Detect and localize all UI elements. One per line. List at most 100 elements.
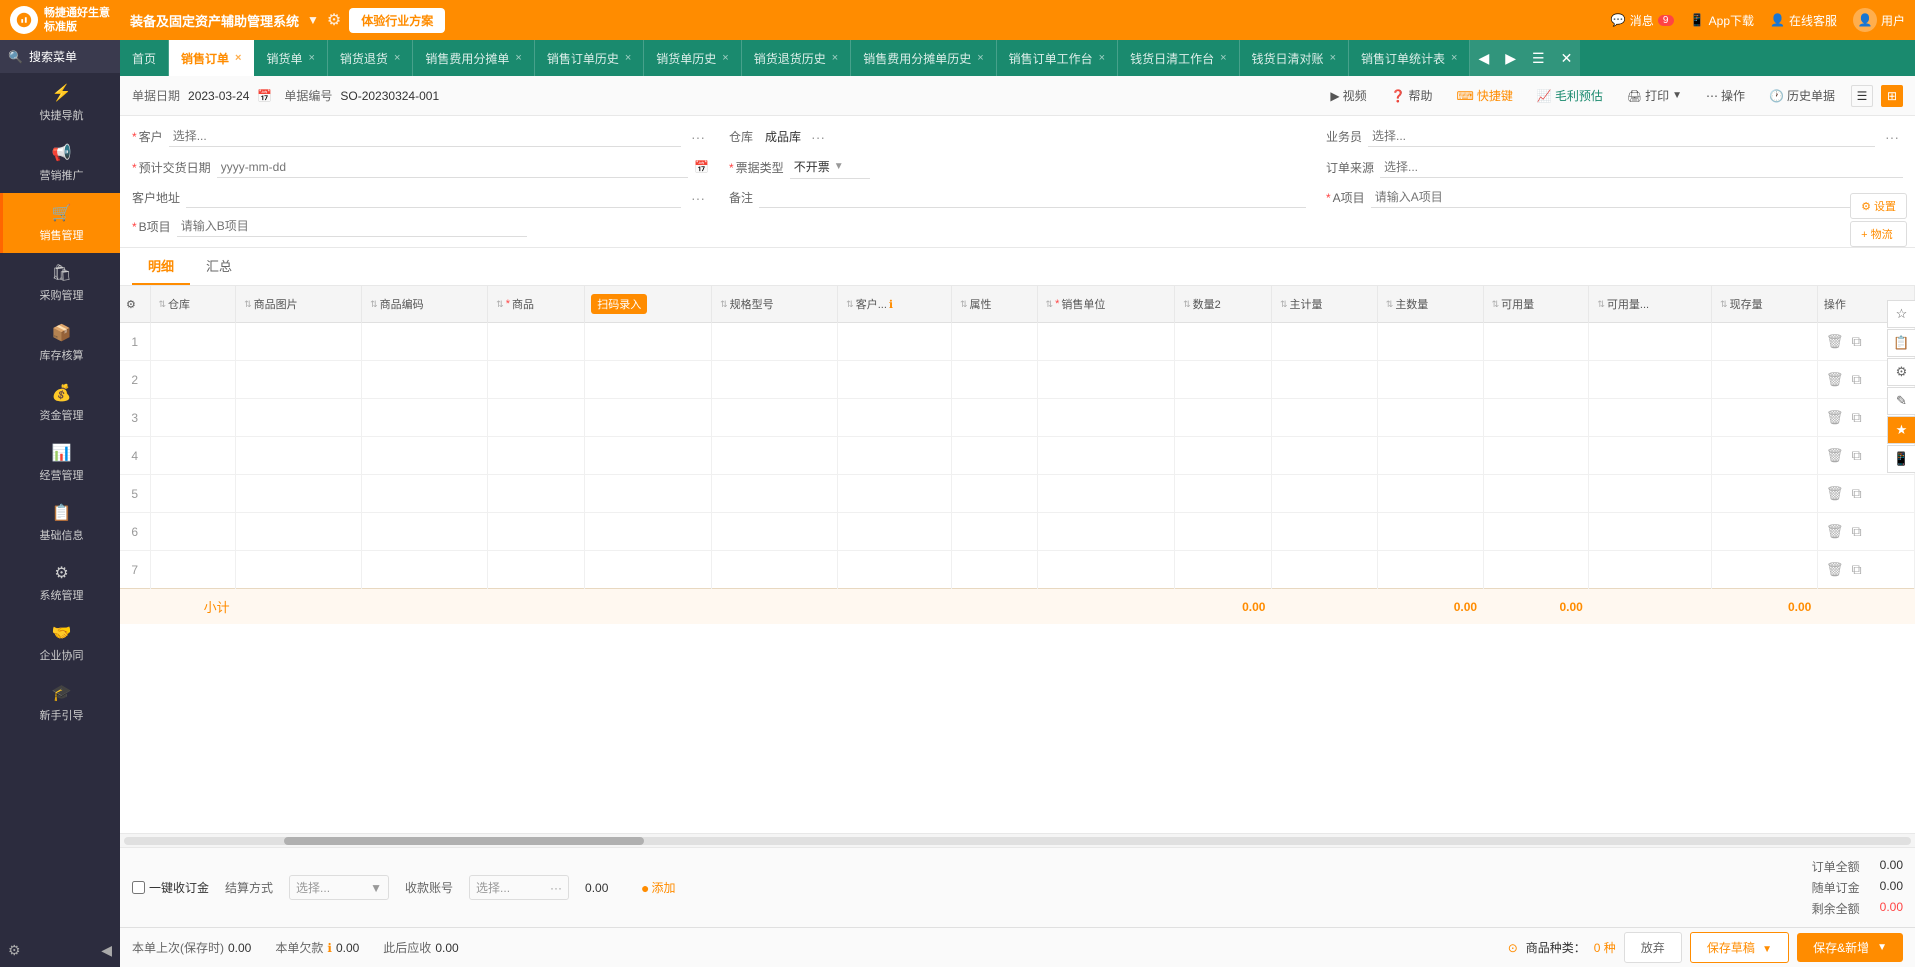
cell-warehouse[interactable] (150, 361, 236, 399)
grid-view-btn[interactable]: ☰ (1851, 85, 1873, 107)
close-icon[interactable]: × (1099, 52, 1105, 64)
cell-spec[interactable] (712, 361, 838, 399)
cell-product-img[interactable] (236, 475, 362, 513)
cell-available[interactable] (1483, 323, 1589, 361)
cell-spec[interactable] (712, 513, 838, 551)
cell-main-unit[interactable] (1271, 475, 1377, 513)
cell-unit[interactable] (1037, 361, 1175, 399)
close-icon[interactable]: × (394, 52, 400, 64)
cell-main-qty[interactable] (1377, 513, 1483, 551)
sidebar-item-quick-nav[interactable]: ⚡ 快捷导航 (0, 73, 120, 133)
logistics-btn[interactable]: + 物流 (1850, 221, 1907, 247)
close-icon[interactable]: × (625, 52, 631, 64)
detail-tab-detail[interactable]: 明细 (132, 248, 190, 285)
tab-reconcile[interactable]: 钱货日清对账 × (1240, 40, 1349, 76)
cell-product-code[interactable] (362, 361, 488, 399)
scroll-track[interactable] (124, 837, 1911, 845)
tab-expense-history[interactable]: 销售费用分摊单历史 × (851, 40, 996, 76)
sidebar-item-operations[interactable]: 📊 经营管理 (0, 433, 120, 493)
tab-list-btn[interactable]: ☰ (1524, 40, 1553, 76)
print-btn[interactable]: 🖨 打印 ▼ (1619, 84, 1690, 107)
sort-icon[interactable]: ⇅ (159, 299, 167, 310)
cell-available2[interactable] (1589, 437, 1712, 475)
cell-customer-col[interactable] (838, 437, 952, 475)
cell-available[interactable] (1483, 361, 1589, 399)
cell-available[interactable] (1483, 399, 1589, 437)
cell-attributes[interactable] (951, 475, 1037, 513)
tab-order-history[interactable]: 销售订单历史 × (535, 40, 644, 76)
cell-stock[interactable] (1712, 475, 1818, 513)
history-btn[interactable]: 🕐 历史单据 (1761, 84, 1843, 107)
delete-row-icon[interactable]: 🗑 (1824, 483, 1846, 504)
floating-btn-3[interactable]: ⚙ (1887, 358, 1915, 386)
cell-stock[interactable] (1712, 361, 1818, 399)
cell-available[interactable] (1483, 551, 1589, 589)
scroll-bar[interactable] (120, 833, 1915, 847)
sort-icon[interactable]: ⇅ (1492, 299, 1500, 310)
cell-customer-col[interactable] (838, 323, 952, 361)
user-menu[interactable]: 👤 用户 (1853, 8, 1905, 32)
copy-row-icon[interactable]: ⧉ (1850, 407, 1864, 428)
cell-main-qty[interactable] (1377, 361, 1483, 399)
sidebar-item-purchase[interactable]: 🛍 采购管理 (0, 253, 120, 313)
cell-available2[interactable] (1589, 551, 1712, 589)
cell-attributes[interactable] (951, 399, 1037, 437)
tab-sales-goods[interactable]: 销货单 × (254, 40, 327, 76)
grid-list-btn[interactable]: ⊞ (1881, 85, 1903, 107)
cell-available[interactable] (1483, 437, 1589, 475)
info-icon[interactable]: ℹ (889, 298, 893, 311)
close-icon[interactable]: × (1451, 52, 1457, 64)
delete-row-icon[interactable]: 🗑 (1824, 559, 1846, 580)
sidebar-item-guide[interactable]: 🎓 新手引导 (0, 673, 120, 733)
cell-warehouse[interactable] (150, 551, 236, 589)
close-icon[interactable]: × (1220, 52, 1226, 64)
shortcut-btn[interactable]: ⌨ 快捷键 (1449, 84, 1521, 107)
table-container[interactable]: ⚙ ⇅ 仓库 ⇅ 商品图片 (120, 286, 1915, 833)
cell-warehouse[interactable] (150, 399, 236, 437)
tab-home[interactable]: 首页 (120, 40, 169, 76)
cell-main-unit[interactable] (1271, 323, 1377, 361)
cell-stock[interactable] (1712, 437, 1818, 475)
settings-setup-btn[interactable]: ⚙ 设置 (1850, 193, 1907, 219)
tab-order-workbench[interactable]: 销售订单工作台 × (997, 40, 1118, 76)
warehouse-more-btn[interactable]: ··· (807, 129, 829, 145)
save-draft-btn[interactable]: 保存草稿 ▼ (1690, 932, 1789, 963)
floating-btn-2[interactable]: 📋 (1887, 329, 1915, 357)
cell-main-unit[interactable] (1271, 551, 1377, 589)
address-more-btn[interactable]: ··· (687, 190, 709, 206)
cell-warehouse[interactable] (150, 437, 236, 475)
close-icon[interactable]: × (977, 52, 983, 64)
cell-spec[interactable] (712, 475, 838, 513)
copy-row-icon[interactable]: ⧉ (1850, 483, 1864, 504)
delete-row-icon[interactable]: 🗑 (1824, 331, 1846, 352)
cell-product-img[interactable] (236, 361, 362, 399)
sort-icon[interactable]: ⇅ (244, 299, 252, 310)
close-icon[interactable]: × (308, 52, 314, 64)
cell-qty2[interactable] (1175, 399, 1272, 437)
cell-attributes[interactable] (951, 323, 1037, 361)
salesperson-input[interactable] (1368, 126, 1875, 147)
online-service-btn[interactable]: 👤 在线客服 (1770, 12, 1837, 29)
tab-next-btn[interactable]: ▶ (1497, 40, 1524, 76)
tab-prev-btn[interactable]: ◀ (1470, 40, 1497, 76)
cell-product[interactable] (488, 361, 585, 399)
cell-attributes[interactable] (951, 437, 1037, 475)
cell-unit[interactable] (1037, 399, 1175, 437)
industry-btn[interactable]: 体验行业方案 (349, 8, 445, 33)
cell-main-qty[interactable] (1377, 551, 1483, 589)
sidebar-item-cooperation[interactable]: 🤝 企业协同 (0, 613, 120, 673)
tab-return-history[interactable]: 销货退货历史 × (742, 40, 851, 76)
cell-customer-col[interactable] (838, 513, 952, 551)
account-more-icon[interactable]: ··· (550, 881, 562, 895)
cell-product-img[interactable] (236, 437, 362, 475)
cell-available2[interactable] (1589, 323, 1712, 361)
close-icon[interactable]: × (832, 52, 838, 64)
cell-product-code[interactable] (362, 551, 488, 589)
delete-row-icon[interactable]: 🗑 (1824, 407, 1846, 428)
save-new-btn[interactable]: 保存&新增 ▼ (1797, 933, 1903, 962)
copy-row-icon[interactable]: ⧉ (1850, 445, 1864, 466)
cell-available[interactable] (1483, 513, 1589, 551)
cell-product[interactable] (488, 551, 585, 589)
cell-warehouse[interactable] (150, 513, 236, 551)
tab-close-all-btn[interactable]: ✕ (1553, 40, 1581, 76)
